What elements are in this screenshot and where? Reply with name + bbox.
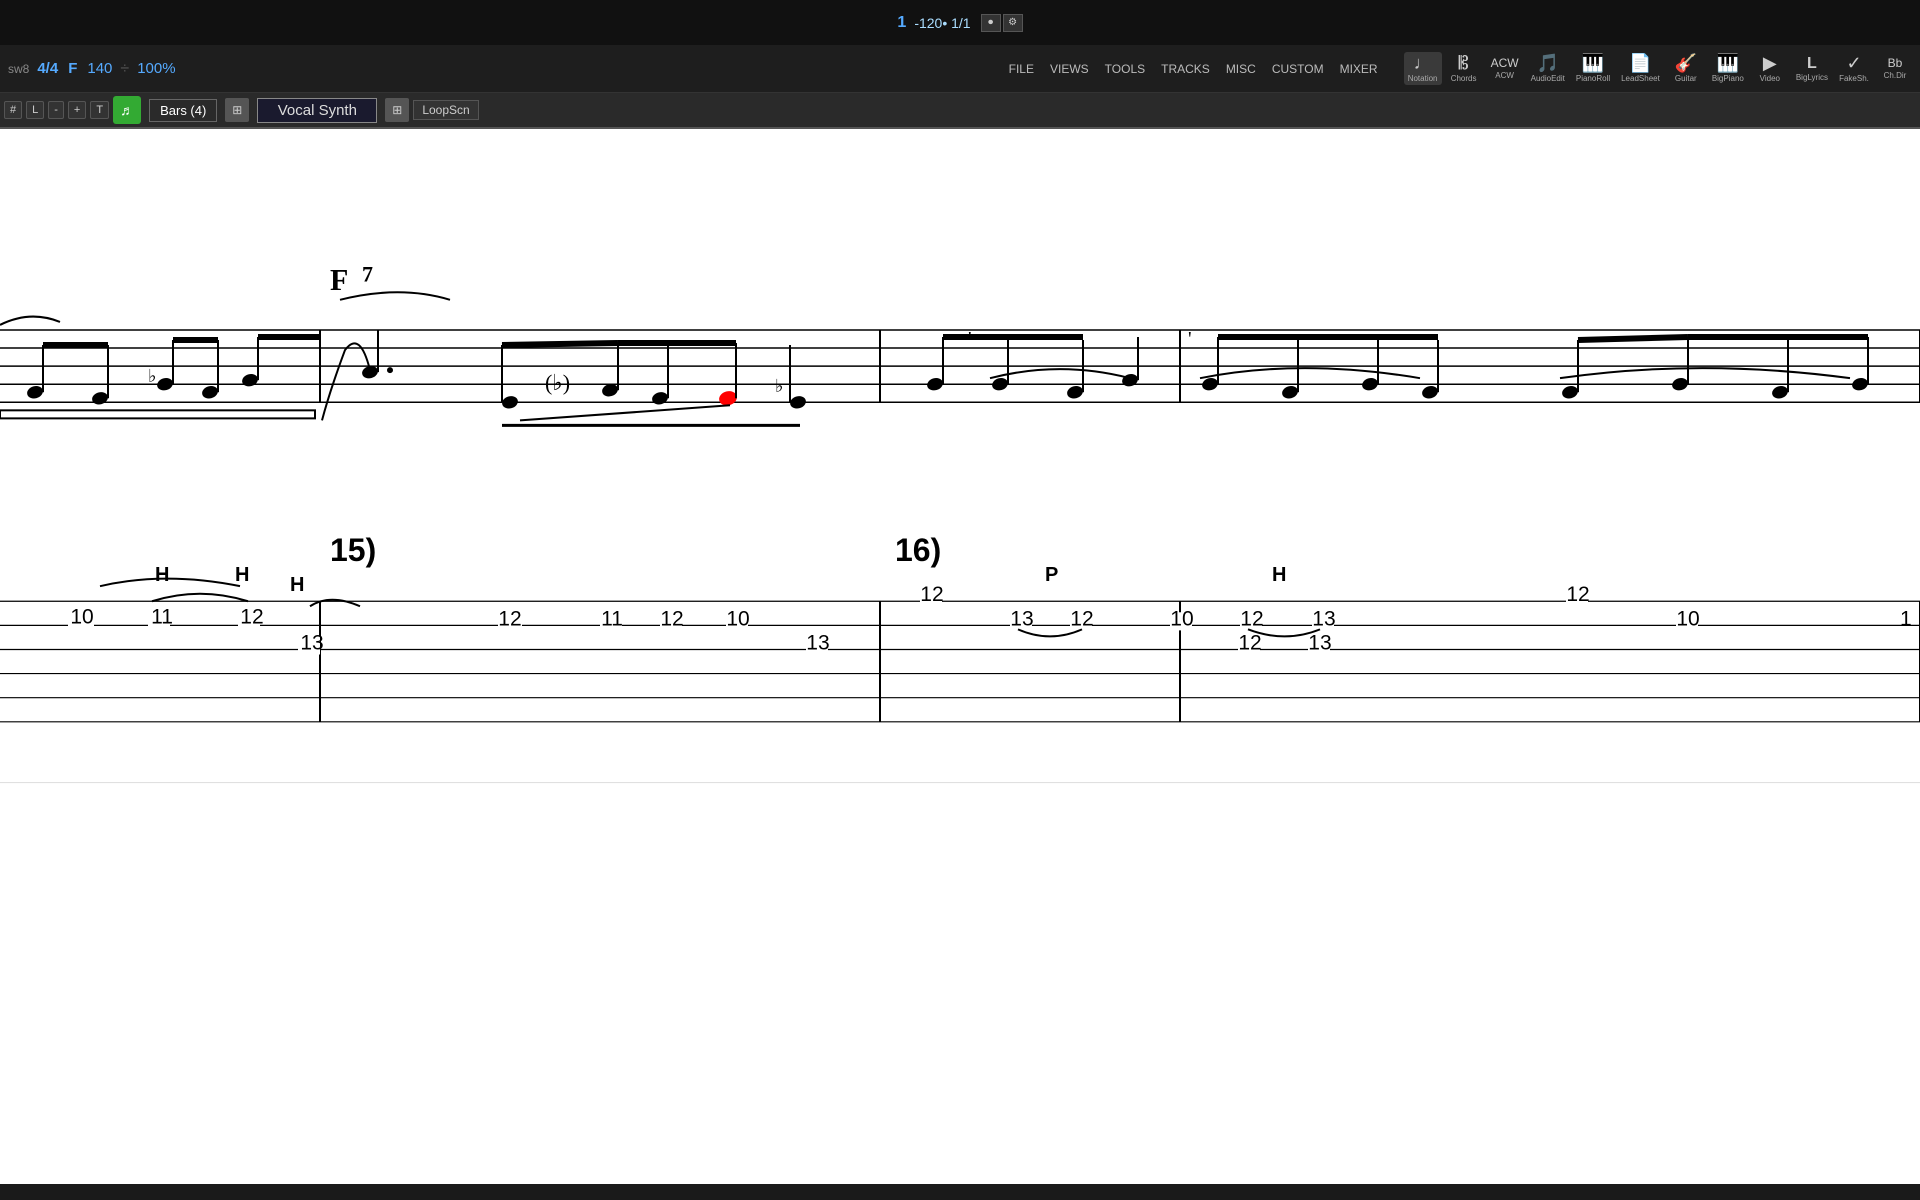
- top-bar: 1 -120• 1/1 ⏺ ⚙: [0, 0, 1920, 45]
- record-icon[interactable]: ⏺: [981, 14, 1001, 32]
- svg-text:(♭): (♭): [545, 370, 570, 395]
- svg-text:13: 13: [1308, 631, 1331, 654]
- guitar-tool[interactable]: 🎸Guitar: [1667, 52, 1705, 85]
- divider1: ÷: [120, 60, 129, 78]
- audioedit-tool[interactable]: 🎵AudioEdit: [1527, 52, 1569, 85]
- svg-text:10: 10: [70, 605, 93, 628]
- bigpiano-tool[interactable]: 🎹BigPiano: [1708, 52, 1748, 85]
- svg-text:12: 12: [1566, 583, 1589, 606]
- transport-buttons[interactable]: ⏺ ⚙: [981, 14, 1023, 32]
- svg-text:12: 12: [1070, 607, 1093, 630]
- zoom-level: 100%: [133, 60, 179, 77]
- tempo-display: -120• 1/1: [914, 15, 970, 31]
- svg-text:12: 12: [1240, 607, 1263, 630]
- position-display: 1: [897, 14, 906, 32]
- biglyrics-tool[interactable]: LBigLyrics: [1792, 53, 1832, 84]
- track-btn-minus[interactable]: -: [48, 101, 64, 119]
- svg-text:7: 7: [362, 262, 373, 287]
- menu-misc[interactable]: MISC: [1222, 60, 1260, 78]
- video-tool[interactable]: ▶Video: [1751, 52, 1789, 85]
- svg-text:H: H: [1272, 564, 1286, 586]
- svg-text:11: 11: [151, 605, 173, 628]
- transport-controls: 1 -120• 1/1 ⏺ ⚙: [897, 14, 1022, 32]
- pianoroll-tool[interactable]: 🎹PianoRoll: [1572, 52, 1614, 85]
- svg-text:P: P: [1045, 564, 1058, 586]
- chdir-tool[interactable]: BbCh.Dir: [1876, 55, 1914, 81]
- svg-text:12: 12: [920, 583, 943, 606]
- settings-icon[interactable]: ⚙: [1003, 14, 1023, 32]
- svg-text:10: 10: [726, 607, 749, 630]
- track-expand[interactable]: ⊞: [385, 98, 409, 122]
- svg-text:F: F: [330, 263, 348, 297]
- track-btn-l[interactable]: L: [26, 101, 44, 119]
- svg-text:12: 12: [498, 607, 521, 630]
- track-bar: # L - + T ♬ Bars (4) ⊞ Vocal Synth ⊞ Loo…: [0, 93, 1920, 129]
- svg-text:1: 1: [1900, 607, 1912, 630]
- loop-button[interactable]: LoopScn: [413, 100, 478, 120]
- menu-views[interactable]: VIEWS: [1046, 60, 1093, 78]
- menu-file[interactable]: FILE: [1005, 60, 1038, 78]
- svg-text:11: 11: [601, 607, 623, 630]
- svg-text:12: 12: [1238, 631, 1261, 654]
- svg-text:': ': [1188, 328, 1192, 350]
- time-signature: 4/4: [33, 60, 62, 77]
- menu-custom[interactable]: CUSTOM: [1268, 60, 1328, 78]
- svg-text:♭: ♭: [148, 366, 156, 386]
- menu-tracks[interactable]: TRACKS: [1157, 60, 1214, 78]
- leadsheet-tool[interactable]: 📄LeadSheet: [1617, 52, 1664, 85]
- menu-mixer[interactable]: MIXER: [1336, 60, 1382, 78]
- svg-text:H: H: [290, 574, 304, 596]
- view-tools: ♩Notation 𝄡Chords ACWACW 🎵AudioEdit 🎹Pia…: [1404, 52, 1914, 85]
- track-btn-plus[interactable]: +: [68, 101, 86, 119]
- svg-text:10: 10: [1676, 607, 1699, 630]
- svg-text:13: 13: [300, 631, 323, 654]
- notation-svg: F 7 ♭: [0, 129, 1920, 1184]
- track-btn-hash[interactable]: #: [4, 101, 22, 119]
- svg-text:♭: ♭: [775, 376, 783, 396]
- svg-text:13: 13: [1010, 607, 1033, 630]
- svg-text:12: 12: [660, 607, 683, 630]
- svg-text:13: 13: [1312, 607, 1335, 630]
- notation-tool[interactable]: ♩Notation: [1404, 52, 1442, 85]
- svg-text:16): 16): [895, 532, 941, 568]
- menu-tools[interactable]: TOOLS: [1101, 60, 1149, 78]
- acw-tool[interactable]: ACWACW: [1486, 55, 1524, 81]
- chords-tool[interactable]: 𝄡Chords: [1445, 52, 1483, 85]
- bpm-display: 140: [83, 60, 116, 77]
- sw8-label: sw8: [6, 62, 31, 76]
- svg-text:10: 10: [1170, 607, 1193, 630]
- svg-text:H: H: [235, 564, 249, 586]
- menu-bar: FILE VIEWS TOOLS TRACKS MISC CUSTOM MIXE…: [1005, 60, 1382, 78]
- svg-text:13: 13: [806, 631, 829, 654]
- svg-text:H: H: [155, 564, 169, 586]
- track-icon: ♬: [113, 96, 141, 124]
- bars-label: Bars (4): [149, 99, 217, 122]
- track-btn-t[interactable]: T: [90, 101, 109, 119]
- svg-text:15): 15): [330, 532, 376, 568]
- key-signature: F: [64, 60, 81, 77]
- bars-expand[interactable]: ⊞: [225, 98, 249, 122]
- fakesh-tool[interactable]: ✓FakeSh.: [1835, 52, 1873, 85]
- svg-text:12: 12: [240, 605, 263, 628]
- track-name: Vocal Synth: [257, 98, 377, 123]
- notation-area: F 7 ♭: [0, 129, 1920, 1184]
- tools-toolbar: sw8 4/4 F 140 ÷ 100% FILE VIEWS TOOLS TR…: [0, 45, 1920, 93]
